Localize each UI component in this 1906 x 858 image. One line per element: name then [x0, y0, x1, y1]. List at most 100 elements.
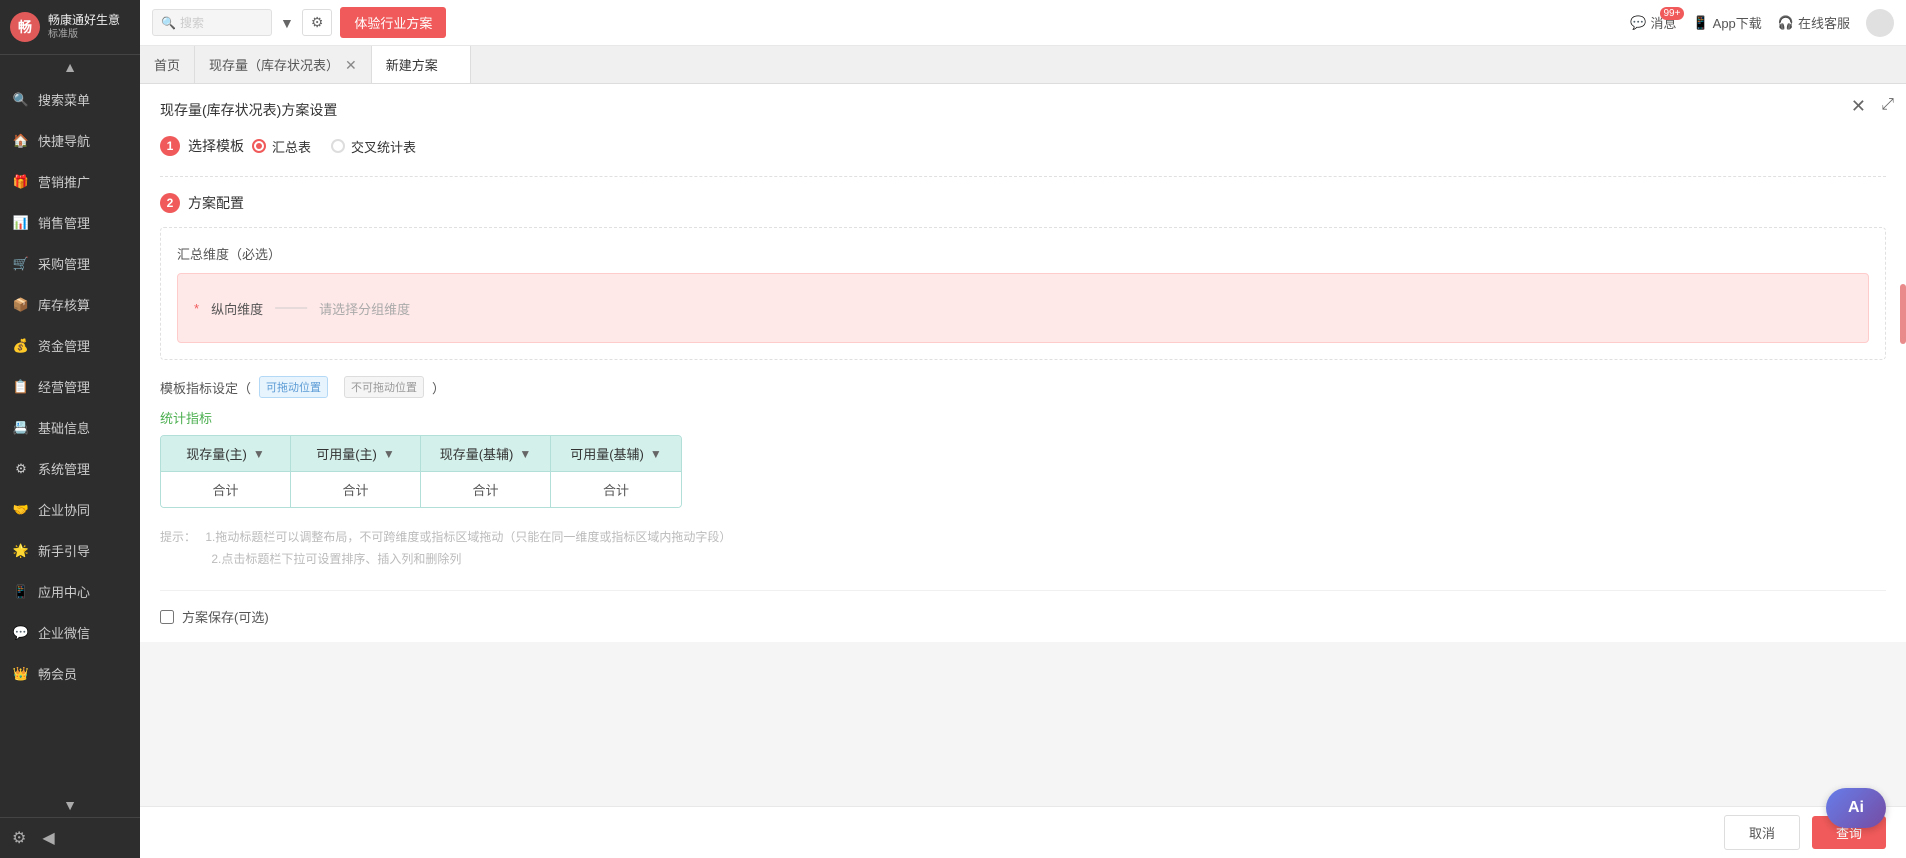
sidebar-item-search[interactable]: 🔍 搜索菜单 — [0, 79, 140, 120]
panel: 现存量(库存状况表)方案设置 ✕ ⤢ 1 选择模板 汇总表 交叉统计表 — [140, 84, 1906, 642]
app-icon: 📱 — [1692, 15, 1708, 31]
col-available-main-dropdown[interactable]: ▼ — [383, 447, 395, 461]
sidebar-item-label: 销售管理 — [38, 213, 90, 232]
tab-inventory-close[interactable]: ✕ — [345, 58, 357, 72]
col-current-main-dropdown[interactable]: ▼ — [253, 447, 265, 461]
tab-home[interactable]: 首页 — [140, 46, 195, 83]
topbar-app-download[interactable]: 📱 App下载 — [1692, 13, 1761, 32]
sidebar-collapse-btn[interactable]: ◀ — [42, 828, 54, 848]
col-available-main-sub: 合计 — [291, 471, 421, 507]
step2-section: 2 方案配置 汇总维度（必选） * 纵向维度 —— 请选择分组维度 — [160, 193, 1886, 570]
tip-2: 2.点击标题栏下拉可设置排序、插入列和删除列 — [160, 549, 1886, 571]
cart-icon: 🛒 — [12, 255, 30, 273]
sidebar-item-newuser[interactable]: 🌟 新手引导 — [0, 530, 140, 571]
cancel-button[interactable]: 取消 — [1724, 815, 1800, 850]
app-logo-icon: 畅 — [10, 12, 40, 42]
save-scheme-checkbox[interactable] — [160, 610, 174, 624]
bottom-bar: 取消 查询 — [140, 806, 1906, 858]
sidebar-settings-btn[interactable]: ⚙ — [12, 828, 26, 848]
sidebar-item-appcenter[interactable]: 📱 应用中心 — [0, 571, 140, 612]
sidebar-item-label: 企业协同 — [38, 500, 90, 519]
sidebar-item-label: 经营管理 — [38, 377, 90, 396]
step2-title: 2 方案配置 — [160, 193, 1886, 213]
sidebar-item-label: 应用中心 — [38, 582, 90, 601]
radio-summary-circle — [252, 139, 266, 153]
sidebar-item-label: 库存核算 — [38, 295, 90, 314]
indicator-section: 统计指标 现存量(主) ▼ 可用量(主) ▼ — [160, 408, 1886, 511]
sidebar-item-marketing[interactable]: 🎁 营销推广 — [0, 161, 140, 202]
ai-fab-label: Ai — [1848, 799, 1864, 817]
right-scroll-indicator[interactable] — [1900, 284, 1906, 344]
sidebar-item-purchase[interactable]: 🛒 采购管理 — [0, 243, 140, 284]
dimension-separator: —— — [275, 299, 307, 317]
sidebar-nav: 🔍 搜索菜单 🏠 快捷导航 🎁 营销推广 📊 销售管理 🛒 采购管理 📦 库存核… — [0, 79, 140, 793]
tab-new-close[interactable]: ✕ — [444, 58, 456, 72]
sidebar-item-wechat[interactable]: 💬 企业微信 — [0, 612, 140, 653]
sidebar-item-label: 畅会员 — [38, 664, 77, 683]
col-current-aux-dropdown[interactable]: ▼ — [519, 447, 531, 461]
search-placeholder: 搜索 — [180, 14, 204, 31]
main-area: 🔍 搜索 ▼ ⚙ 体验行业方案 💬 消息 99+ 📱 App下载 🎧 在线客服 — [140, 0, 1906, 858]
col-available-main: 可用量(主) ▼ — [291, 436, 421, 471]
step1-label: 选择模板 — [188, 136, 244, 156]
col-available-aux-dropdown[interactable]: ▼ — [650, 447, 662, 461]
tab-inventory-label: 现存量（库存状况表） — [209, 55, 339, 74]
dimension-section: 汇总维度（必选） * 纵向维度 —— 请选择分组维度 — [160, 227, 1886, 360]
indicator-table-body: 合计 合计 合计 合计 — [161, 471, 681, 507]
panel-close-btn[interactable]: ✕ — [1851, 96, 1866, 117]
sidebar-item-quicknav[interactable]: 🏠 快捷导航 — [0, 120, 140, 161]
box-icon: 📦 — [12, 296, 30, 314]
money-icon: 💰 — [12, 337, 30, 355]
sidebar-item-finance[interactable]: 💰 资金管理 — [0, 325, 140, 366]
sidebar-item-system[interactable]: ⚙ 系统管理 — [0, 448, 140, 489]
sidebar: 畅 畅康通好生意 标准版 ▲ 🔍 搜索菜单 🏠 快捷导航 🎁 营销推广 📊 销售… — [0, 0, 140, 858]
sidebar-logo: 畅 畅康通好生意 标准版 — [0, 0, 140, 55]
topbar-search-box[interactable]: 🔍 搜索 — [152, 9, 272, 36]
topbar-dropdown-btn[interactable]: ▼ — [280, 15, 294, 31]
sidebar-item-member[interactable]: 👑 畅会员 — [0, 653, 140, 694]
ai-fab-button[interactable]: Ai — [1826, 788, 1886, 828]
radio-summary[interactable]: 汇总表 — [252, 137, 311, 156]
col-current-aux-label: 现存量(基辅) — [440, 444, 514, 463]
step1-title: 1 选择模板 汇总表 交叉统计表 — [160, 136, 1886, 156]
sidebar-scroll-down[interactable]: ▼ — [0, 793, 140, 817]
indicator-table-header: 现存量(主) ▼ 可用量(主) ▼ 现存量(基辅) ▼ — [161, 436, 681, 471]
content-area: 现存量(库存状况表)方案设置 ✕ ⤢ 1 选择模板 汇总表 交叉统计表 — [140, 84, 1906, 806]
topbar-msg[interactable]: 💬 消息 99+ — [1630, 13, 1676, 32]
col-available-aux-sub: 合计 — [551, 471, 681, 507]
tab-inventory[interactable]: 现存量（库存状况表） ✕ — [195, 46, 372, 83]
sidebar-item-sales[interactable]: 📊 销售管理 — [0, 202, 140, 243]
col-current-aux-sub: 合计 — [421, 471, 551, 507]
dimension-required-mark: * — [194, 301, 199, 316]
radio-cross-circle — [331, 139, 345, 153]
dimension-area[interactable]: * 纵向维度 —— 请选择分组维度 — [177, 273, 1869, 343]
wechat-icon: 💬 — [12, 624, 30, 642]
user-avatar[interactable] — [1866, 9, 1894, 37]
topbar-left: 🔍 搜索 ▼ ⚙ 体验行业方案 — [152, 7, 1622, 38]
step2-num: 2 — [160, 193, 180, 213]
tab-new-scheme[interactable]: 新建方案 ✕ — [372, 46, 471, 83]
save-scheme: 方案保存(可选) — [160, 590, 1886, 626]
panel-expand-btn[interactable]: ⤢ — [1881, 96, 1894, 114]
stat-indicator-label: 统计指标 — [160, 408, 1886, 427]
sidebar-item-management[interactable]: 📋 经营管理 — [0, 366, 140, 407]
tab-new-label: 新建方案 — [386, 55, 438, 74]
sidebar-item-inventory[interactable]: 📦 库存核算 — [0, 284, 140, 325]
mobile-icon: 📱 — [12, 583, 30, 601]
sidebar-item-collab[interactable]: 🤝 企业协同 — [0, 489, 140, 530]
service-icon: 🎧 — [1778, 15, 1794, 31]
gift-icon: 🎁 — [12, 173, 30, 191]
topbar-trial-btn[interactable]: 体验行业方案 — [340, 7, 446, 38]
search-icon-topbar: 🔍 — [161, 16, 176, 30]
radio-cross[interactable]: 交叉统计表 — [331, 137, 416, 156]
topbar-service[interactable]: 🎧 在线客服 — [1778, 13, 1850, 32]
indicator-settings-label: 模板指标设定（可拖动位置 不可拖动位置） — [160, 376, 1886, 398]
sidebar-item-basic-info[interactable]: 📇 基础信息 — [0, 407, 140, 448]
draggable-tag-inner: 可拖动位置 — [259, 376, 328, 398]
topbar-settings-btn[interactable]: ⚙ — [302, 9, 333, 36]
tips-section: 提示： 1.拖动标题栏可以调整布局，不可跨维度或指标区域拖动（只能在同一维度或指… — [160, 527, 1886, 570]
sidebar-scroll-up[interactable]: ▲ — [0, 55, 140, 79]
dimension-section-label: 汇总维度（必选） — [177, 244, 1869, 263]
tab-bar: 首页 现存量（库存状况表） ✕ 新建方案 ✕ — [140, 46, 1906, 84]
col-available-main-label: 可用量(主) — [316, 444, 377, 463]
